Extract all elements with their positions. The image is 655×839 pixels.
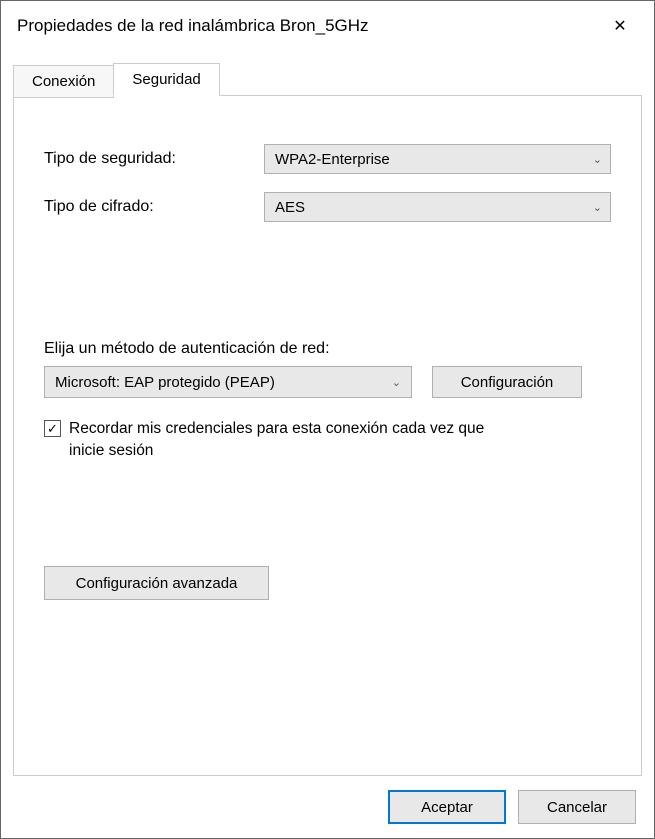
dialog-window: Propiedades de la red inalámbrica Bron_5… [0,0,655,839]
auth-section: Elija un método de autenticación de red:… [44,340,611,461]
window-title: Propiedades de la red inalámbrica Bron_5… [17,16,600,36]
titlebar: Propiedades de la red inalámbrica Bron_5… [1,1,654,51]
security-type-label: Tipo de seguridad: [44,150,264,168]
remember-credentials-row: ✓ Recordar mis credenciales para esta co… [44,418,514,461]
tab-panel-security: Tipo de seguridad: WPA2-Enterprise ⌄ Tip… [13,95,642,776]
encryption-value: AES [275,199,305,216]
close-icon[interactable]: ✕ [600,11,640,41]
tab-security[interactable]: Seguridad [113,63,219,96]
auth-method-select[interactable]: Microsoft: EAP protegido (PEAP) ⌄ [44,366,412,398]
chevron-down-icon: ⌄ [593,153,602,166]
accept-button[interactable]: Aceptar [388,790,506,824]
configuration-button[interactable]: Configuración [432,366,582,398]
auth-row: Microsoft: EAP protegido (PEAP) ⌄ Config… [44,366,611,398]
security-type-row: Tipo de seguridad: WPA2-Enterprise ⌄ [44,144,611,174]
chevron-down-icon: ⌄ [392,376,401,389]
auth-method-value: Microsoft: EAP protegido (PEAP) [55,374,275,391]
content-area: Conexión Seguridad Tipo de seguridad: WP… [1,51,654,776]
cancel-button[interactable]: Cancelar [518,790,636,824]
security-type-value: WPA2-Enterprise [275,151,390,168]
encryption-label: Tipo de cifrado: [44,198,264,216]
security-type-select[interactable]: WPA2-Enterprise ⌄ [264,144,611,174]
encryption-select[interactable]: AES ⌄ [264,192,611,222]
advanced-configuration-button[interactable]: Configuración avanzada [44,566,269,600]
encryption-row: Tipo de cifrado: AES ⌄ [44,192,611,222]
remember-credentials-label: Recordar mis credenciales para esta cone… [69,418,514,461]
auth-method-label: Elija un método de autenticación de red: [44,340,611,358]
tab-strip: Conexión Seguridad [13,63,642,96]
chevron-down-icon: ⌄ [593,201,602,214]
remember-credentials-checkbox[interactable]: ✓ [44,420,61,437]
tab-connection[interactable]: Conexión [13,65,114,98]
dialog-footer: Aceptar Cancelar [1,776,654,838]
